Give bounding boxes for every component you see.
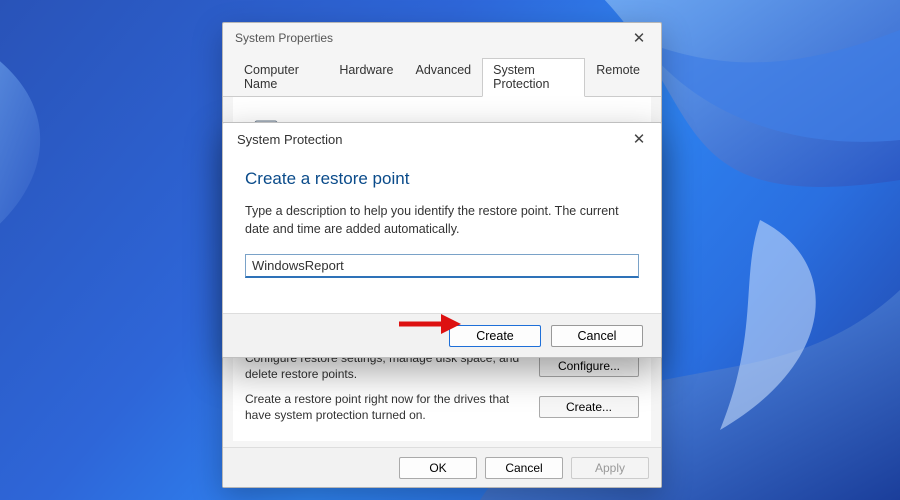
restore-point-description-input[interactable] [245, 254, 639, 278]
modal-heading: Create a restore point [245, 169, 639, 189]
apply-button: Apply [571, 457, 649, 479]
cancel-button[interactable]: Cancel [485, 457, 563, 479]
create-description: Create a restore point right now for the… [245, 391, 527, 423]
annotation-arrow-icon [397, 312, 461, 336]
create-restore-point-button[interactable]: Create... [539, 396, 639, 418]
tab-computer-name[interactable]: Computer Name [233, 58, 328, 97]
configure-button[interactable]: Configure... [539, 355, 639, 377]
tab-remote[interactable]: Remote [585, 58, 651, 97]
tab-system-protection[interactable]: System Protection [482, 58, 585, 97]
modal-body-text: Type a description to help you identify … [245, 203, 639, 238]
system-properties-title: System Properties [235, 31, 333, 45]
create-restore-point-titlebar[interactable]: System Protection ✕ [223, 123, 661, 155]
system-properties-titlebar[interactable]: System Properties ✕ [223, 23, 661, 53]
modal-cancel-button[interactable]: Cancel [551, 325, 643, 347]
close-icon[interactable]: ✕ [625, 29, 653, 47]
modal-create-button[interactable]: Create [449, 325, 541, 347]
dialog-button-bar: OK Cancel Apply [223, 447, 661, 487]
tab-bar: Computer Name Hardware Advanced System P… [223, 53, 661, 97]
tab-hardware[interactable]: Hardware [328, 58, 404, 97]
ok-button[interactable]: OK [399, 457, 477, 479]
modal-title: System Protection [237, 132, 343, 147]
close-icon[interactable]: ✕ [625, 130, 653, 148]
tab-advanced[interactable]: Advanced [405, 58, 483, 97]
